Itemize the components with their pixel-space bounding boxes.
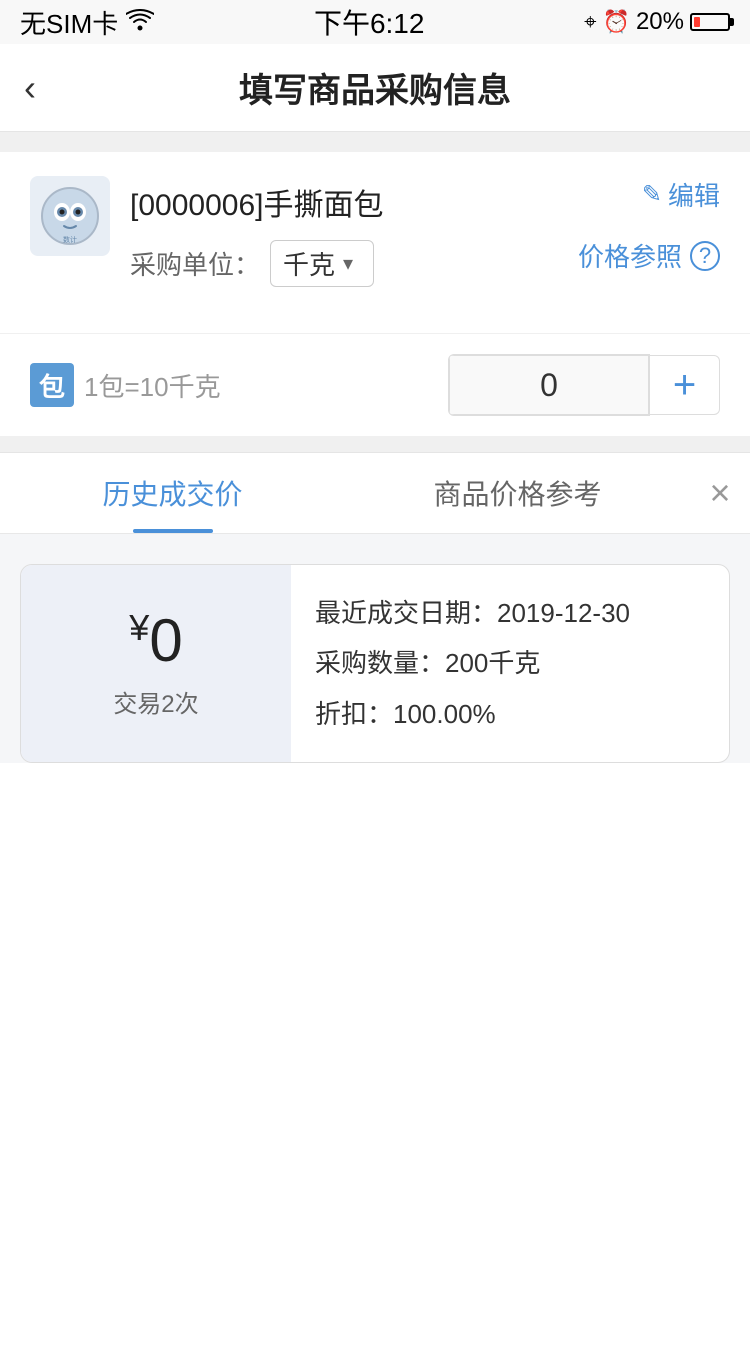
tab-product-price-ref[interactable]: 商品价格参考 [345,453,690,533]
alarm-icon: ⏰ [603,9,630,35]
quantity-plus-button[interactable]: + [650,355,720,415]
date-label: 最近成交日期： [315,598,497,628]
date-value: 2019-12-30 [497,598,630,628]
unit-conversion: 1包=10千克 [84,367,221,404]
edit-icon: ✎ [642,180,662,209]
quantity-control: + [448,354,720,416]
unit-select[interactable]: 千克 ▾ [270,240,374,287]
nav-bar: ‹ 填写商品采购信息 [0,44,750,132]
product-logo: 数计 [30,176,110,256]
tab-bar: 历史成交价 商品价格参考 × [0,453,750,534]
unit-dropdown-arrow: ▾ [343,251,353,276]
wifi-icon [126,7,154,38]
quantity-row: 包 1包=10千克 + [0,334,750,436]
price-right-panel: 最近成交日期：2019-12-30 采购数量：200千克 折扣：100.00% [291,565,729,762]
unit-value: 千克 [283,245,335,282]
back-button[interactable]: ‹ [24,67,36,109]
section-divider [0,436,750,452]
page-title: 填写商品采购信息 [239,63,511,112]
status-bar: 无SIM卡 下午6:12 ⌖ ⏰ 20% [0,0,750,44]
product-name: [0000006]手撕面包 [130,180,383,224]
qty-input-wrapper [448,354,650,416]
unit-label: 采购单位： [130,245,260,282]
carrier-text: 无SIM卡 [20,4,118,41]
panel-close-button[interactable]: × [690,463,750,523]
price-ref-button[interactable]: 价格参照 ? [578,237,720,274]
price-card: ¥0 交易2次 最近成交日期：2019-12-30 采购数量：200千克 折扣：… [20,564,730,763]
product-info: [0000006]手撕面包 采购单位： 千克 ▾ [130,176,383,287]
tab-active-indicator [133,529,213,533]
status-time: 下午6:12 [314,2,425,42]
discount-label: 折扣： [315,699,393,729]
product-actions: ✎ 编辑 价格参照 ? [578,176,720,274]
status-right: ⌖ ⏰ 20% [584,8,730,36]
edit-label: 编辑 [668,176,720,213]
price-value: 0 [149,607,182,674]
quantity-input[interactable] [449,355,649,415]
product-card: 数计 [0000006]手撕面包 采购单位： 千克 ▾ ✎ [0,152,750,331]
trades-label: 交易2次 [113,684,198,719]
help-icon: ? [690,241,720,271]
unit-info: 包 1包=10千克 [30,363,221,407]
discount-value: 100.00% [393,699,496,729]
svg-text:数计: 数计 [63,235,77,244]
quantity-value: 200千克 [445,648,540,678]
battery-percent: 20% [636,8,684,36]
location-icon: ⌖ [584,9,596,35]
quantity-label: 采购数量： [315,648,445,678]
price-amount: ¥0 [129,608,182,674]
price-ref-label: 价格参照 [578,237,682,274]
currency-symbol: ¥ [129,607,149,648]
price-discount-row: 折扣：100.00% [315,696,705,732]
quantity-section: 包 1包=10千克 + [0,333,750,436]
tab-history-price[interactable]: 历史成交价 [0,453,345,533]
edit-button[interactable]: ✎ 编辑 [642,176,720,213]
main-content: 数计 [0000006]手撕面包 采购单位： 千克 ▾ ✎ [0,152,750,1354]
price-date-row: 最近成交日期：2019-12-30 [315,595,705,631]
product-left: 数计 [0000006]手撕面包 采购单位： 千克 ▾ [30,176,383,287]
bottom-panel: 历史成交价 商品价格参考 × ¥0 交易2次 最近成交日期：2019-12-30 [0,452,750,763]
tab-product-price-ref-label: 商品价格参考 [433,473,601,513]
price-left-panel: ¥0 交易2次 [21,565,291,762]
product-unit-row: 采购单位： 千克 ▾ [130,240,383,287]
status-left: 无SIM卡 [20,4,154,41]
tab-history-price-label: 历史成交价 [102,473,242,513]
price-quantity-row: 采购数量：200千克 [315,645,705,681]
battery-icon [690,13,730,31]
product-header: 数计 [0000006]手撕面包 采购单位： 千克 ▾ ✎ [30,176,720,287]
unit-box-label: 包 [30,363,74,407]
